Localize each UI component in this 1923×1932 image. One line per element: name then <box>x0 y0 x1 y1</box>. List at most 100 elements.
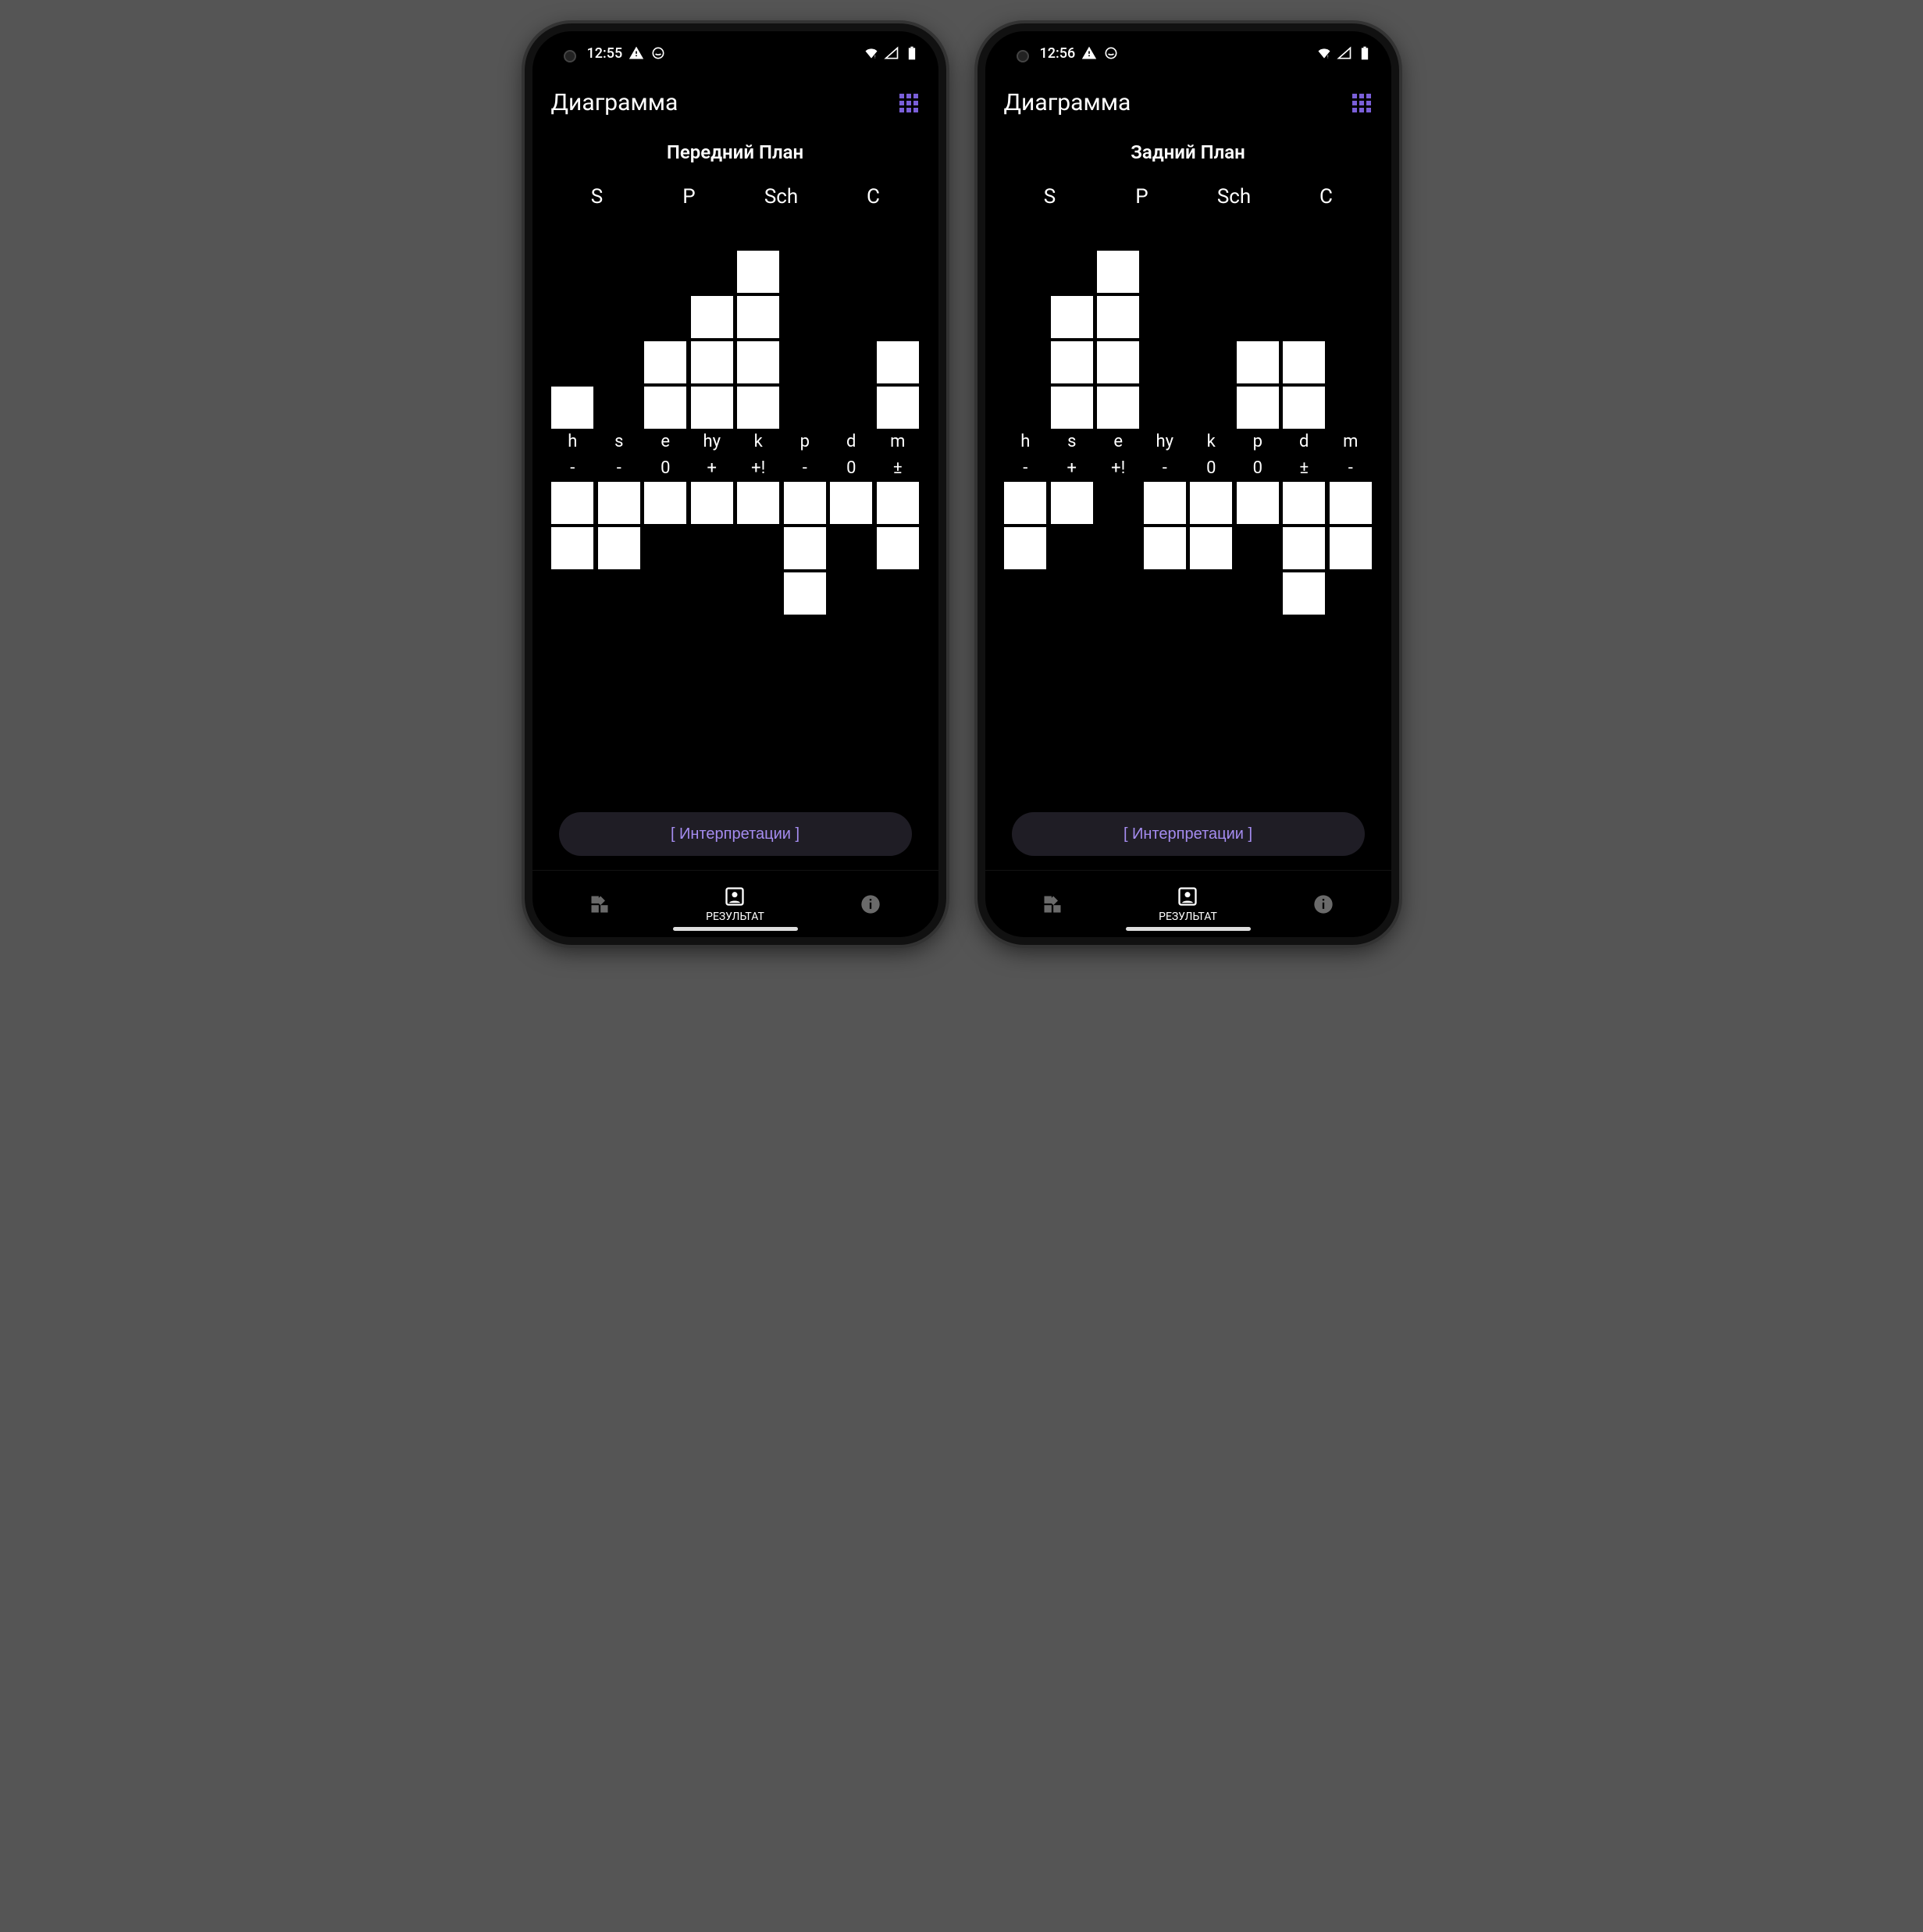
chart-block <box>784 527 826 569</box>
nav-item-info[interactable] <box>803 871 938 937</box>
circle-icon <box>650 45 666 61</box>
chart-block <box>1190 527 1232 569</box>
column-label: s <box>1067 429 1076 455</box>
column-sign: - <box>570 455 575 482</box>
chart-block <box>644 341 686 383</box>
status-time: 12:55 <box>587 45 623 62</box>
chart-block <box>737 387 779 429</box>
app-bar: Диаграмма <box>985 75 1391 123</box>
chart-block <box>1283 572 1325 615</box>
content-area: Задний План S P Sch C h s e <box>985 123 1391 870</box>
chart-block <box>644 387 686 429</box>
chart-sign-row: - + +! - 0 0 ± - <box>1004 455 1373 482</box>
chart-block <box>877 527 919 569</box>
chart-block <box>1144 527 1186 569</box>
battery-icon <box>904 45 920 61</box>
column-sign: + <box>707 455 717 482</box>
chart-block <box>1283 527 1325 569</box>
chart-block <box>877 482 919 524</box>
camera-hole <box>1017 50 1029 62</box>
info-icon <box>1312 893 1334 915</box>
chart-block <box>737 341 779 383</box>
szondi-chart: h s e hy k p d m - - 0 + +! - 0 ± <box>551 248 920 663</box>
grid-menu-icon[interactable] <box>1351 92 1373 114</box>
chart-block <box>1283 387 1325 429</box>
chart-lower-row <box>1004 482 1373 663</box>
group-label-s: S <box>1004 185 1096 209</box>
chart-block <box>551 527 593 569</box>
signal-icon <box>1337 45 1352 61</box>
column-sign: 0 <box>1206 455 1216 482</box>
home-indicator[interactable] <box>1126 927 1251 931</box>
interpretations-button[interactable]: [ Интерпретации ] <box>1012 812 1365 856</box>
column-label: k <box>754 429 763 455</box>
column-sign: ± <box>893 455 903 482</box>
chart-sign-row: - - 0 + +! - 0 ± <box>551 455 920 482</box>
nav-item-widgets[interactable] <box>985 871 1120 937</box>
column-label: m <box>890 429 905 455</box>
chart-block <box>691 482 733 524</box>
chart-block <box>551 387 593 429</box>
chart-block <box>1051 387 1093 429</box>
column-sign: - <box>1023 455 1027 482</box>
chart-block <box>737 251 779 293</box>
group-label-p: P <box>643 185 735 209</box>
column-label: k <box>1207 429 1216 455</box>
signal-icon <box>884 45 899 61</box>
chart-block <box>1237 482 1279 524</box>
chart-block <box>1051 296 1093 338</box>
chart-block <box>644 482 686 524</box>
chart-block <box>1144 482 1186 524</box>
svg-text:!: ! <box>874 55 876 60</box>
wifi-icon: ! <box>864 45 879 61</box>
nav-item-info[interactable] <box>1255 871 1391 937</box>
chart-block <box>1004 527 1046 569</box>
chart-block <box>598 482 640 524</box>
chart-label-row: h s e hy k p d m <box>1004 429 1373 455</box>
chart-block <box>1237 387 1279 429</box>
column-sign: - <box>1163 455 1167 482</box>
chart-lower-row <box>551 482 920 663</box>
chart-block <box>1330 482 1372 524</box>
column-sign: 0 <box>1253 455 1262 482</box>
phone-frame-1: 12:55 ! Диаграмма Передний План <box>525 23 946 945</box>
appbar-title: Диаграмма <box>1004 89 1131 116</box>
column-label: e <box>1113 429 1123 455</box>
status-time: 12:56 <box>1040 45 1076 62</box>
column-sign: ± <box>1299 455 1309 482</box>
camera-hole <box>564 50 576 62</box>
plan-title: Задний План <box>1004 141 1373 163</box>
chart-block <box>1097 251 1139 293</box>
column-label: hy <box>1156 429 1173 455</box>
info-icon <box>860 893 881 915</box>
chart-block <box>1097 387 1139 429</box>
chart-label-row: h s e hy k p d m <box>551 429 920 455</box>
interpretations-button[interactable]: [ Интерпретации ] <box>559 812 912 856</box>
status-bar: 12:56 ! <box>985 31 1391 75</box>
chart-block <box>737 296 779 338</box>
chart-upper-row <box>1004 248 1373 429</box>
group-header-row: S P Sch C <box>551 185 920 209</box>
grid-menu-icon[interactable] <box>898 92 920 114</box>
column-sign: - <box>617 455 621 482</box>
appbar-title: Диаграмма <box>551 89 678 116</box>
chart-block <box>1330 527 1372 569</box>
column-sign: - <box>1348 455 1353 482</box>
home-indicator[interactable] <box>673 927 798 931</box>
group-label-sch: Sch <box>735 185 828 209</box>
wifi-icon: ! <box>1316 45 1332 61</box>
chart-upper-row <box>551 248 920 429</box>
status-bar: 12:55 ! <box>532 31 938 75</box>
warning-icon <box>1081 45 1097 61</box>
group-label-p: P <box>1096 185 1188 209</box>
nav-item-widgets[interactable] <box>532 871 668 937</box>
group-label-sch: Sch <box>1188 185 1280 209</box>
column-label: h <box>1020 429 1030 455</box>
chart-block <box>691 341 733 383</box>
widgets-icon <box>1042 893 1063 915</box>
battery-icon <box>1357 45 1373 61</box>
chart-block <box>691 296 733 338</box>
person-card-icon <box>724 886 746 907</box>
column-label: e <box>661 429 670 455</box>
circle-icon <box>1103 45 1119 61</box>
